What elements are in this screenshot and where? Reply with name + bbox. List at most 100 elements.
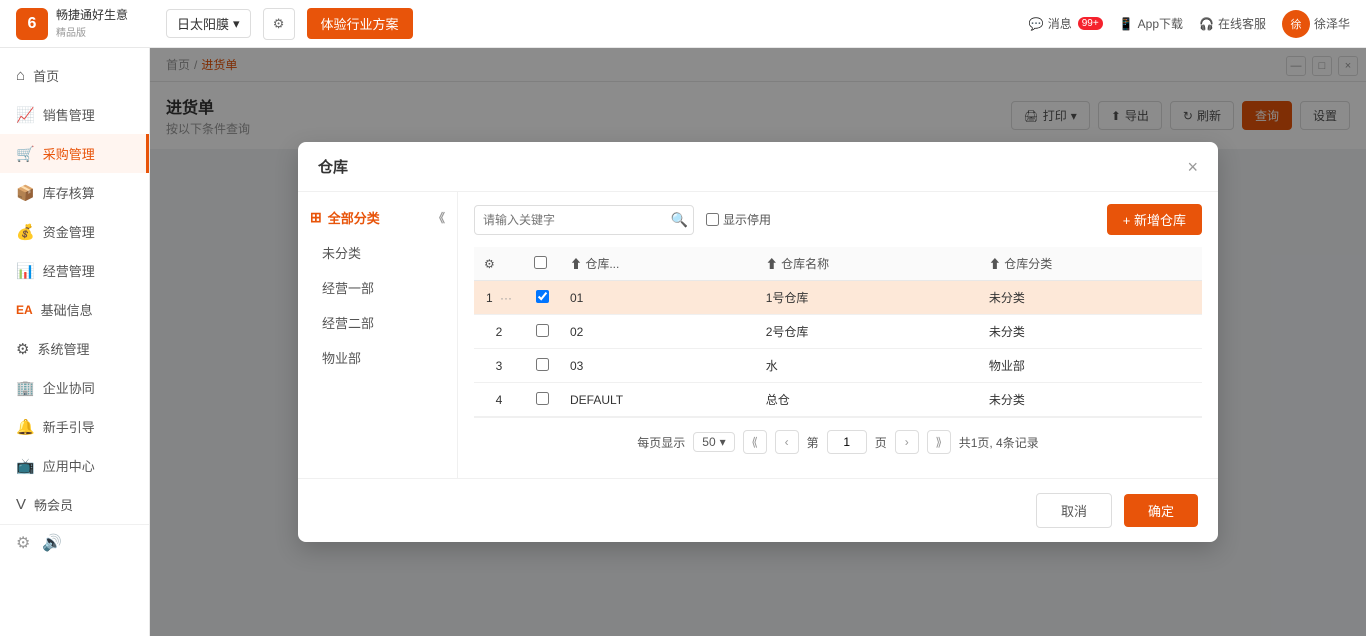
category-panel: ⊞ 全部分类 《 未分类 经营一部 经营二部 物业部 xyxy=(298,192,458,478)
settings-button[interactable]: ⚙ xyxy=(263,8,295,40)
sidebar-item-label: 系统管理 xyxy=(37,339,89,358)
header-middle: 日太阳膜 ▾ ⚙ 体验行业方案 xyxy=(166,8,1029,40)
table-row[interactable]: 3 03 水 物业部 xyxy=(474,349,1202,383)
first-page-button[interactable]: ⟪ xyxy=(743,430,767,454)
cancel-button[interactable]: 取消 xyxy=(1036,493,1112,528)
modal-body: ⊞ 全部分类 《 未分类 经营一部 经营二部 物业部 xyxy=(298,192,1218,478)
row-name: 水 xyxy=(756,349,979,383)
row-name: 总仓 xyxy=(756,383,979,417)
select-all-checkbox[interactable] xyxy=(534,256,547,269)
table-row[interactable]: 1 ··· 01 1号仓库 未分类 xyxy=(474,281,1202,315)
sidebar-item-vip[interactable]: V 畅会员 xyxy=(0,485,149,524)
row-checkbox[interactable] xyxy=(536,290,549,303)
category-grid-icon: ⊞ xyxy=(310,209,322,226)
enterprise-icon: 🏢 xyxy=(16,379,35,397)
table-row[interactable]: 4 DEFAULT 总仓 未分类 xyxy=(474,383,1202,417)
sidebar-item-label: 销售管理 xyxy=(43,105,95,124)
sidebar-item-purchase[interactable]: 🛒 采购管理 xyxy=(0,134,149,173)
sidebar-item-app-center[interactable]: 📺 应用中心 xyxy=(0,446,149,485)
row-actions: 1 ··· xyxy=(474,281,524,315)
search-icon[interactable]: 🔍 xyxy=(671,211,688,228)
search-input-wrap: 🔍 xyxy=(474,205,694,235)
message-item[interactable]: 💬 消息 99+ xyxy=(1029,15,1103,32)
sidebar-item-sales[interactable]: 📈 销售管理 xyxy=(0,95,149,134)
cat-item-dept2[interactable]: 经营二部 xyxy=(298,305,457,340)
search-input[interactable] xyxy=(474,205,694,235)
cat-item-dept1[interactable]: 经营一部 xyxy=(298,270,457,305)
show-disabled-checkbox[interactable] xyxy=(706,213,719,226)
row-checkbox[interactable] xyxy=(536,324,549,337)
table-header-row: ⚙ ⬆ 仓库... xyxy=(474,247,1202,281)
row-checkbox-cell xyxy=(524,315,560,349)
sidebar-item-home[interactable]: ⌂ 首页 xyxy=(0,56,149,95)
add-warehouse-button[interactable]: + 新增仓库 xyxy=(1107,204,1202,235)
row-menu-icon[interactable]: ··· xyxy=(500,291,512,305)
online-service-item[interactable]: 🎧 在线客服 xyxy=(1199,15,1266,32)
sidebar-item-label: 新手引导 xyxy=(43,417,95,436)
app-download-item[interactable]: 📱 App下载 xyxy=(1119,15,1183,32)
cat-item-property[interactable]: 物业部 xyxy=(298,340,457,375)
row-code: 02 xyxy=(560,315,756,349)
table-body: 1 ··· 01 1号仓库 未分类 2 02 2号仓库 未分类 3 xyxy=(474,281,1202,417)
trial-button[interactable]: 体验行业方案 xyxy=(307,8,413,39)
col-code-header: ⬆ 仓库... xyxy=(560,247,756,281)
vip-icon: V xyxy=(16,496,26,513)
last-page-button[interactable]: ⟫ xyxy=(927,430,951,454)
row-checkbox-cell xyxy=(524,349,560,383)
col-gear-header: ⚙ xyxy=(474,247,524,281)
prev-page-button[interactable]: ‹ xyxy=(775,430,799,454)
sidebar-sound-icon[interactable]: 🔊 xyxy=(42,533,62,553)
row-checkbox[interactable] xyxy=(536,358,549,371)
all-category-header[interactable]: ⊞ 全部分类 《 xyxy=(298,200,457,235)
logo-icon: 6 xyxy=(16,8,48,40)
sidebar-item-finance[interactable]: 💰 资金管理 xyxy=(0,212,149,251)
modal-header: 仓库 × xyxy=(298,142,1218,192)
warehouse-table: ⚙ ⬆ 仓库... xyxy=(474,247,1202,417)
sidebar-item-label: 库存核算 xyxy=(43,183,95,202)
sidebar-item-label: 首页 xyxy=(33,66,59,85)
sidebar-item-label: 应用中心 xyxy=(43,456,95,475)
sidebar-item-label: 基础信息 xyxy=(41,300,93,319)
page-number-input[interactable] xyxy=(827,430,867,454)
sidebar-item-inventory[interactable]: 📦 库存核算 xyxy=(0,173,149,212)
row-actions: 2 xyxy=(474,315,524,349)
user-profile[interactable]: 徐 徐泽华 xyxy=(1282,10,1350,38)
sidebar-item-basic-info[interactable]: EA 基础信息 xyxy=(0,290,149,329)
sidebar-item-label: 畅会员 xyxy=(34,495,73,514)
modal-close-button[interactable]: × xyxy=(1187,158,1198,176)
sidebar-item-label: 资金管理 xyxy=(43,222,95,241)
app-center-icon: 📺 xyxy=(16,457,35,475)
system-icon: ⚙ xyxy=(16,340,29,358)
sidebar: ⌂ 首页 📈 销售管理 🛒 采购管理 📦 库存核算 💰 资金管理 📊 经营管理 … xyxy=(0,48,150,636)
row-name: 1号仓库 xyxy=(756,281,979,315)
row-actions: 3 xyxy=(474,349,524,383)
top-header: 6 畅捷通好生意 精品版 日太阳膜 ▾ ⚙ 体验行业方案 💬 消息 99+ 📱 … xyxy=(0,0,1366,48)
cat-item-uncategorized[interactable]: 未分类 xyxy=(298,235,457,270)
logo-text: 畅捷通好生意 精品版 xyxy=(56,8,128,39)
sidebar-item-operations[interactable]: 📊 经营管理 xyxy=(0,251,149,290)
sidebar-item-system[interactable]: ⚙ 系统管理 xyxy=(0,329,149,368)
col-check-header xyxy=(524,247,560,281)
row-category: 未分类 xyxy=(979,383,1202,417)
next-page-button[interactable]: › xyxy=(895,430,919,454)
row-code: 01 xyxy=(560,281,756,315)
row-checkbox[interactable] xyxy=(536,392,549,405)
sidebar-item-enterprise[interactable]: 🏢 企业协同 xyxy=(0,368,149,407)
modal-overlay: 仓库 × ⊞ 全部分类 《 未分类 经营一部 经营二部 xyxy=(150,48,1366,636)
col-category-header: ⬆ 仓库分类 xyxy=(979,247,1202,281)
sidebar-settings-icon[interactable]: ⚙ xyxy=(16,533,30,553)
per-page-select[interactable]: 50 ▾ xyxy=(693,432,734,452)
company-selector[interactable]: 日太阳膜 ▾ xyxy=(166,9,251,38)
show-disabled-label[interactable]: 显示停用 xyxy=(706,211,771,228)
sidebar-item-newbie[interactable]: 🔔 新手引导 xyxy=(0,407,149,446)
sales-icon: 📈 xyxy=(16,106,35,124)
row-name: 2号仓库 xyxy=(756,315,979,349)
inventory-icon: 📦 xyxy=(16,184,35,202)
table-row[interactable]: 2 02 2号仓库 未分类 xyxy=(474,315,1202,349)
newbie-icon: 🔔 xyxy=(16,418,35,436)
finance-icon: 💰 xyxy=(16,223,35,241)
collapse-button[interactable]: 《 xyxy=(433,209,445,226)
avatar: 徐 xyxy=(1282,10,1310,38)
confirm-button[interactable]: 确定 xyxy=(1124,494,1198,527)
purchase-icon: 🛒 xyxy=(16,145,35,163)
